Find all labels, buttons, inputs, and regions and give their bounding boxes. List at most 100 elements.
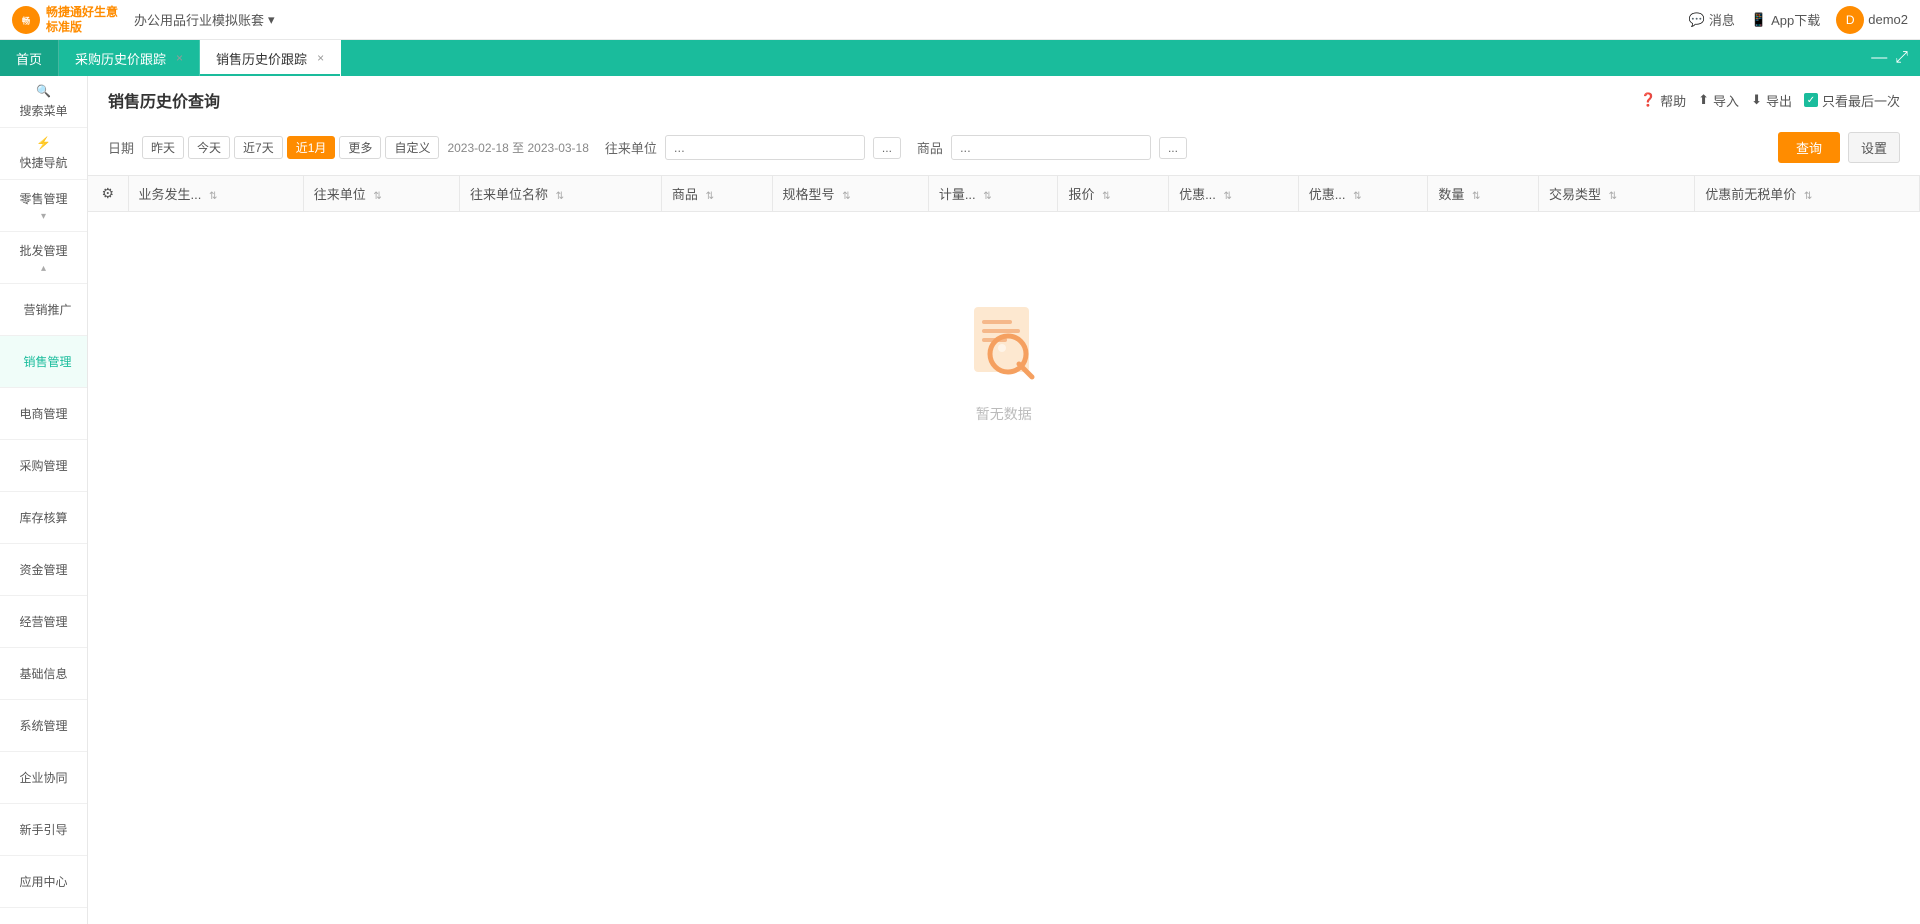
date-btn-today[interactable]: 今天 (188, 136, 230, 159)
help-icon: ❓ (1640, 92, 1656, 108)
tab-home[interactable]: 首页 (0, 40, 59, 76)
tab-purchase-label: 采购历史价跟踪 (75, 49, 166, 68)
maximize-button[interactable]: ⤢ (1895, 50, 1908, 66)
tab-sales-history[interactable]: 销售历史价跟踪 × (200, 40, 341, 76)
sidebar-item-wholesale[interactable]: 批发管理 ▴ (0, 232, 87, 284)
table-header-product[interactable]: 商品 ⇅ (661, 176, 772, 212)
sidebar-item-app-center[interactable]: 应用中心 (0, 856, 87, 908)
sort-icon: ⇅ (983, 191, 991, 202)
tab-purchase-history[interactable]: 采购历史价跟踪 × (59, 40, 200, 76)
table-header-trade-type[interactable]: 交易类型 ⇅ (1538, 176, 1694, 212)
sidebar-item-guide[interactable]: 新手引导 (0, 804, 87, 856)
date-buttons: 昨天 今天 近7天 近1月 更多 自定义 2023-02-18 至 2023-0… (142, 136, 589, 159)
sort-icon: ⇅ (1472, 191, 1480, 202)
sidebar-item-purchase[interactable]: 采购管理 (0, 440, 87, 492)
tab-sales-label: 销售历史价跟踪 (216, 49, 307, 68)
import-icon: ⬆ (1698, 92, 1709, 108)
sidebar-item-basic-info[interactable]: 基础信息 (0, 648, 87, 700)
sidebar-search-label: 搜索菜单 (19, 102, 67, 119)
sidebar-item-retail[interactable]: 零售管理 ▾ (0, 180, 87, 232)
sort-icon: ⇅ (842, 191, 850, 202)
sidebar-item-shortcuts[interactable]: ⚡ 快捷导航 (0, 128, 87, 180)
table-header-settings[interactable]: ⚙ (88, 176, 128, 212)
table-header-partner-code[interactable]: 往来单位 ⇅ (303, 176, 459, 212)
download-icon: 📱 (1751, 12, 1767, 28)
shortcuts-icon: ⚡ (36, 136, 51, 150)
table-header-date[interactable]: 业务发生... ⇅ (128, 176, 303, 212)
sort-icon: ⇅ (1224, 191, 1232, 202)
table-header-price[interactable]: 报价 ⇅ (1058, 176, 1169, 212)
purchase-label: 采购管理 (19, 457, 67, 474)
product-filter-group: 商品 ... (917, 135, 1187, 160)
table-container: ⚙ 业务发生... ⇅ 往来单位 ⇅ 往来单位名称 ⇅ (88, 176, 1920, 924)
sidebar-item-marketing[interactable]: 营销推广 (0, 284, 87, 336)
data-table: ⚙ 业务发生... ⇅ 往来单位 ⇅ 往来单位名称 ⇅ (88, 176, 1920, 504)
tab-bar: 首页 采购历史价跟踪 × 销售历史价跟踪 × — ⤢ (0, 40, 1920, 76)
top-bar-right: 💬 消息 📱 App下载 D demo2 (1689, 6, 1908, 34)
table-header-unit[interactable]: 计量... ⇅ (928, 176, 1058, 212)
date-btn-custom[interactable]: 自定义 (385, 136, 439, 159)
date-btn-more[interactable]: 更多 (339, 136, 381, 159)
sidebar-item-wechat[interactable]: 企业微信 (0, 908, 87, 924)
sidebar-item-operations[interactable]: 经营管理 (0, 596, 87, 648)
help-button[interactable]: ❓ 帮助 (1640, 91, 1686, 110)
tab-purchase-close[interactable]: × (176, 51, 183, 65)
tab-bar-actions: — ⤢ (1859, 40, 1920, 76)
user-menu[interactable]: D demo2 (1836, 6, 1908, 34)
tab-sales-close[interactable]: × (317, 51, 324, 65)
empty-illustration (954, 292, 1054, 392)
table-header-partner-name[interactable]: 往来单位名称 ⇅ (460, 176, 662, 212)
sidebar-item-search[interactable]: 🔍 搜索菜单 (0, 76, 87, 128)
svg-text:畅: 畅 (22, 15, 30, 25)
partner-input[interactable] (665, 135, 865, 160)
sort-icon: ⇅ (1804, 191, 1812, 202)
chevron-up-icon: ▴ (41, 263, 46, 274)
gear-icon: ⚙ (101, 185, 114, 201)
message-icon: 💬 (1689, 12, 1705, 28)
settings-button[interactable]: 设置 (1848, 132, 1900, 163)
operations-label: 经营管理 (19, 613, 67, 630)
export-button[interactable]: ⬇ 导出 (1751, 91, 1792, 110)
sort-icon: ⇅ (373, 191, 381, 202)
date-btn-7days[interactable]: 近7天 (234, 136, 283, 159)
sidebar-shortcuts-label: 快捷导航 (19, 154, 67, 171)
table-header-discount2[interactable]: 优惠... ⇅ (1298, 176, 1428, 212)
sidebar-item-system[interactable]: 系统管理 (0, 700, 87, 752)
retail-label: 零售管理 (19, 190, 67, 207)
ecommerce-label: 电商管理 (19, 405, 67, 422)
query-button[interactable]: 查询 (1778, 132, 1840, 163)
app-download-button[interactable]: 📱 App下载 (1751, 10, 1820, 29)
basic-info-label: 基础信息 (19, 665, 67, 682)
sidebar-item-inventory[interactable]: 库存核算 (0, 492, 87, 544)
product-input[interactable] (951, 135, 1151, 160)
home-tab-label: 首页 (16, 49, 42, 68)
sidebar-item-ecommerce[interactable]: 电商管理 (0, 388, 87, 440)
checkbox-icon (1804, 93, 1818, 107)
top-bar: 畅 畅捷通好生意 标准版 办公用品行业模拟账套 ▾ 💬 消息 📱 App下载 D… (0, 0, 1920, 40)
table-header-qty[interactable]: 数量 ⇅ (1428, 176, 1539, 212)
date-btn-yesterday[interactable]: 昨天 (142, 136, 184, 159)
message-button[interactable]: 💬 消息 (1689, 10, 1735, 29)
table-header-pre-discount-price[interactable]: 优惠前无税单价 ⇅ (1695, 176, 1920, 212)
sidebar-item-sales[interactable]: 销售管理 (0, 336, 87, 388)
wholesale-label: 批发管理 (19, 242, 67, 259)
chevron-down-icon: ▾ (268, 12, 275, 28)
marketing-label: 营销推广 (23, 301, 71, 318)
partner-ellipsis-btn[interactable]: ... (873, 137, 901, 159)
empty-row: 暂无数据 (88, 212, 1920, 505)
table-header-discount1[interactable]: 优惠... ⇅ (1169, 176, 1299, 212)
import-button[interactable]: ⬆ 导入 (1698, 91, 1739, 110)
enterprise-label: 企业协同 (19, 769, 67, 786)
table-header-spec[interactable]: 规格型号 ⇅ (772, 176, 928, 212)
last-only-checkbox[interactable]: 只看最后一次 (1804, 91, 1900, 110)
sidebar-item-finance[interactable]: 资金管理 (0, 544, 87, 596)
sidebar-item-enterprise[interactable]: 企业协同 (0, 752, 87, 804)
sort-icon: ⇅ (556, 191, 564, 202)
app-selector[interactable]: 办公用品行业模拟账套 ▾ (126, 6, 283, 33)
filter-row: 日期 昨天 今天 近7天 近1月 更多 自定义 2023-02-18 至 202… (108, 124, 1900, 175)
logo-icon: 畅 (12, 6, 40, 34)
content-area: 销售历史价查询 ❓ 帮助 ⬆ 导入 ⬇ 导出 (88, 76, 1920, 924)
product-ellipsis-btn[interactable]: ... (1159, 137, 1187, 159)
date-btn-1month[interactable]: 近1月 (287, 136, 336, 159)
minimize-button[interactable]: — (1871, 50, 1887, 66)
